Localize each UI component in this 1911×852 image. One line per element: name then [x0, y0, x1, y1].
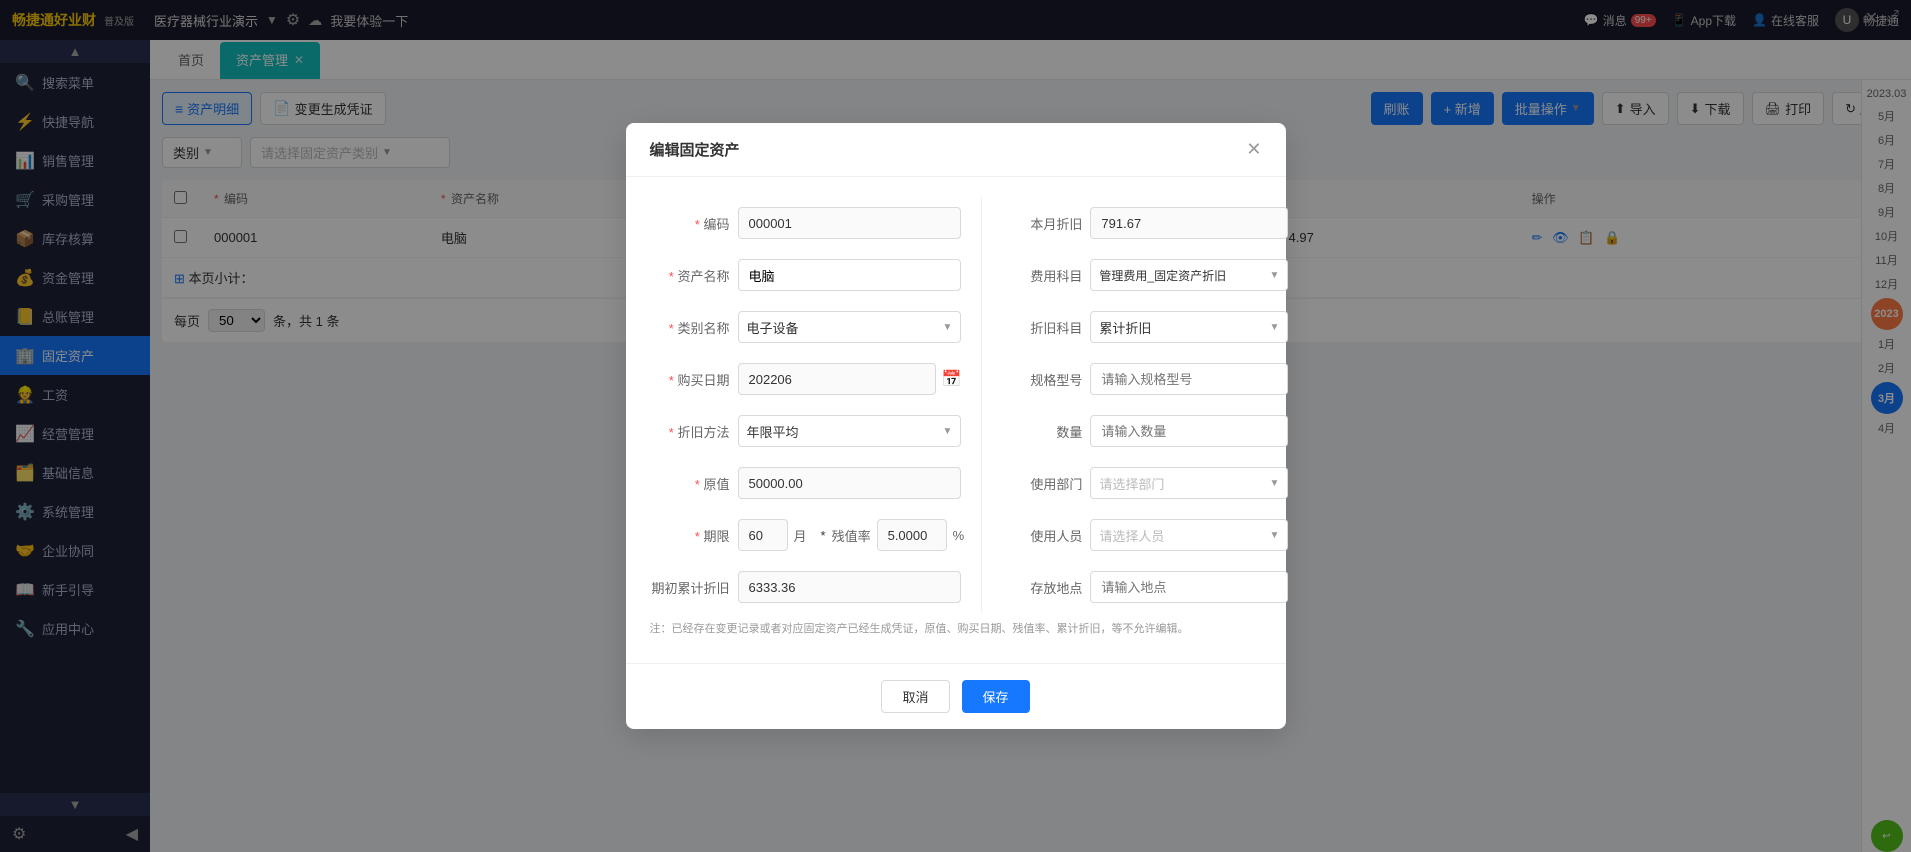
department-label: 使用部门: [1002, 474, 1082, 493]
cancel-button[interactable]: 取消: [881, 680, 949, 713]
monthly-dep-input: [1090, 207, 1288, 239]
name-label: * 资产名称: [650, 266, 730, 285]
period-unit: 月: [794, 526, 807, 545]
form-row-user: 使用人员 请选择人员 ▼: [1002, 509, 1288, 561]
save-button[interactable]: 保存: [962, 680, 1030, 713]
residual-rate-input[interactable]: [877, 519, 947, 551]
form-row-monthly-dep: 本月折旧: [1002, 197, 1288, 249]
original-value-label: * 原值: [650, 474, 730, 493]
form-left-col: * 编码 * 资产名称: [650, 197, 982, 613]
spec-label: 规格型号: [1002, 370, 1082, 389]
period-label: * 期限: [650, 526, 730, 545]
modal-header: 编辑固定资产 ✕: [626, 123, 1286, 177]
dep-subject-select[interactable]: 累计折旧 ▼: [1090, 311, 1288, 343]
form-row-location: 存放地点: [1002, 561, 1288, 613]
modal-body: * 编码 * 资产名称: [626, 177, 1286, 663]
initial-accumulated-label: 期初累计折旧: [650, 578, 730, 597]
form-row-purchase-date: * 购买日期 📅: [650, 353, 962, 405]
dep-method-label: * 折旧方法: [650, 422, 730, 441]
period-group: 月 * 残值率 %: [738, 519, 962, 551]
expense-subject-select[interactable]: 管理费用_固定资产折旧 ▼: [1090, 259, 1288, 291]
location-label: 存放地点: [1002, 578, 1082, 597]
quantity-input[interactable]: [1090, 415, 1288, 447]
expense-subject-chevron: ▼: [1270, 270, 1280, 281]
calendar-icon[interactable]: 📅: [942, 369, 962, 389]
edit-asset-modal: 编辑固定资产 ✕ * 编码: [626, 123, 1286, 729]
spec-input[interactable]: [1090, 363, 1288, 395]
department-select[interactable]: 请选择部门 ▼: [1090, 467, 1288, 499]
residual-rate-unit: %: [953, 528, 965, 543]
form-row-quantity: 数量: [1002, 405, 1288, 457]
dep-subject-chevron: ▼: [1270, 322, 1280, 333]
form-row-name: * 资产名称: [650, 249, 962, 301]
modal-title: 编辑固定资产: [650, 139, 740, 160]
category-select-chevron: ▼: [943, 322, 953, 333]
dep-method-select[interactable]: 年限平均 ▼: [738, 415, 962, 447]
form-right-col: 本月折旧 费用科目 管理费用_固定资产折旧 ▼: [981, 197, 1288, 613]
form-row-department: 使用部门 请选择部门 ▼: [1002, 457, 1288, 509]
form-row-dep-method: * 折旧方法 年限平均 ▼: [650, 405, 962, 457]
residual-rate-label: 残值率: [832, 526, 871, 545]
category-select[interactable]: 电子设备 ▼: [738, 311, 962, 343]
quantity-label: 数量: [1002, 422, 1082, 441]
purchase-date-label: * 购买日期: [650, 370, 730, 389]
code-input[interactable]: [738, 207, 962, 239]
modal-close-btn[interactable]: ✕: [1246, 139, 1261, 160]
modal-note: 注：已经存在变更记录或者对应固定资产已经生成凭证，原值、购买日期、残值率、累计折…: [650, 613, 1262, 643]
modal-overlay: 编辑固定资产 ✕ * 编码: [0, 0, 1911, 852]
purchase-date-group: 📅: [738, 363, 962, 395]
form-row-period: * 期限 月 * 残值率 %: [650, 509, 962, 561]
period-input[interactable]: [738, 519, 788, 551]
form-row-initial-accumulated: 期初累计折旧: [650, 561, 962, 613]
department-chevron: ▼: [1270, 478, 1280, 489]
dep-method-chevron: ▼: [943, 426, 953, 437]
user-label: 使用人员: [1002, 526, 1082, 545]
user-select[interactable]: 请选择人员 ▼: [1090, 519, 1288, 551]
monthly-dep-label: 本月折旧: [1002, 214, 1082, 233]
form-row-dep-subject: 折旧科目 累计折旧 ▼: [1002, 301, 1288, 353]
initial-accumulated-input[interactable]: [738, 571, 962, 603]
form-row-category: * 类别名称 电子设备 ▼: [650, 301, 962, 353]
original-value-input[interactable]: [738, 467, 962, 499]
name-input[interactable]: [738, 259, 962, 291]
location-input[interactable]: [1090, 571, 1288, 603]
modal-footer: 取消 保存: [626, 663, 1286, 729]
purchase-date-input[interactable]: [738, 363, 936, 395]
form-row-original-value: * 原值: [650, 457, 962, 509]
category-name-label: * 类别名称: [650, 318, 730, 337]
form-row-code: * 编码: [650, 197, 962, 249]
form-row-spec: 规格型号: [1002, 353, 1288, 405]
dep-subject-label: 折旧科目: [1002, 318, 1082, 337]
form-row-expense-subject: 费用科目 管理费用_固定资产折旧 ▼: [1002, 249, 1288, 301]
code-label: * 编码: [650, 214, 730, 233]
form-grid: * 编码 * 资产名称: [650, 197, 1262, 613]
expense-subject-label: 费用科目: [1002, 266, 1082, 285]
user-chevron: ▼: [1270, 530, 1280, 541]
